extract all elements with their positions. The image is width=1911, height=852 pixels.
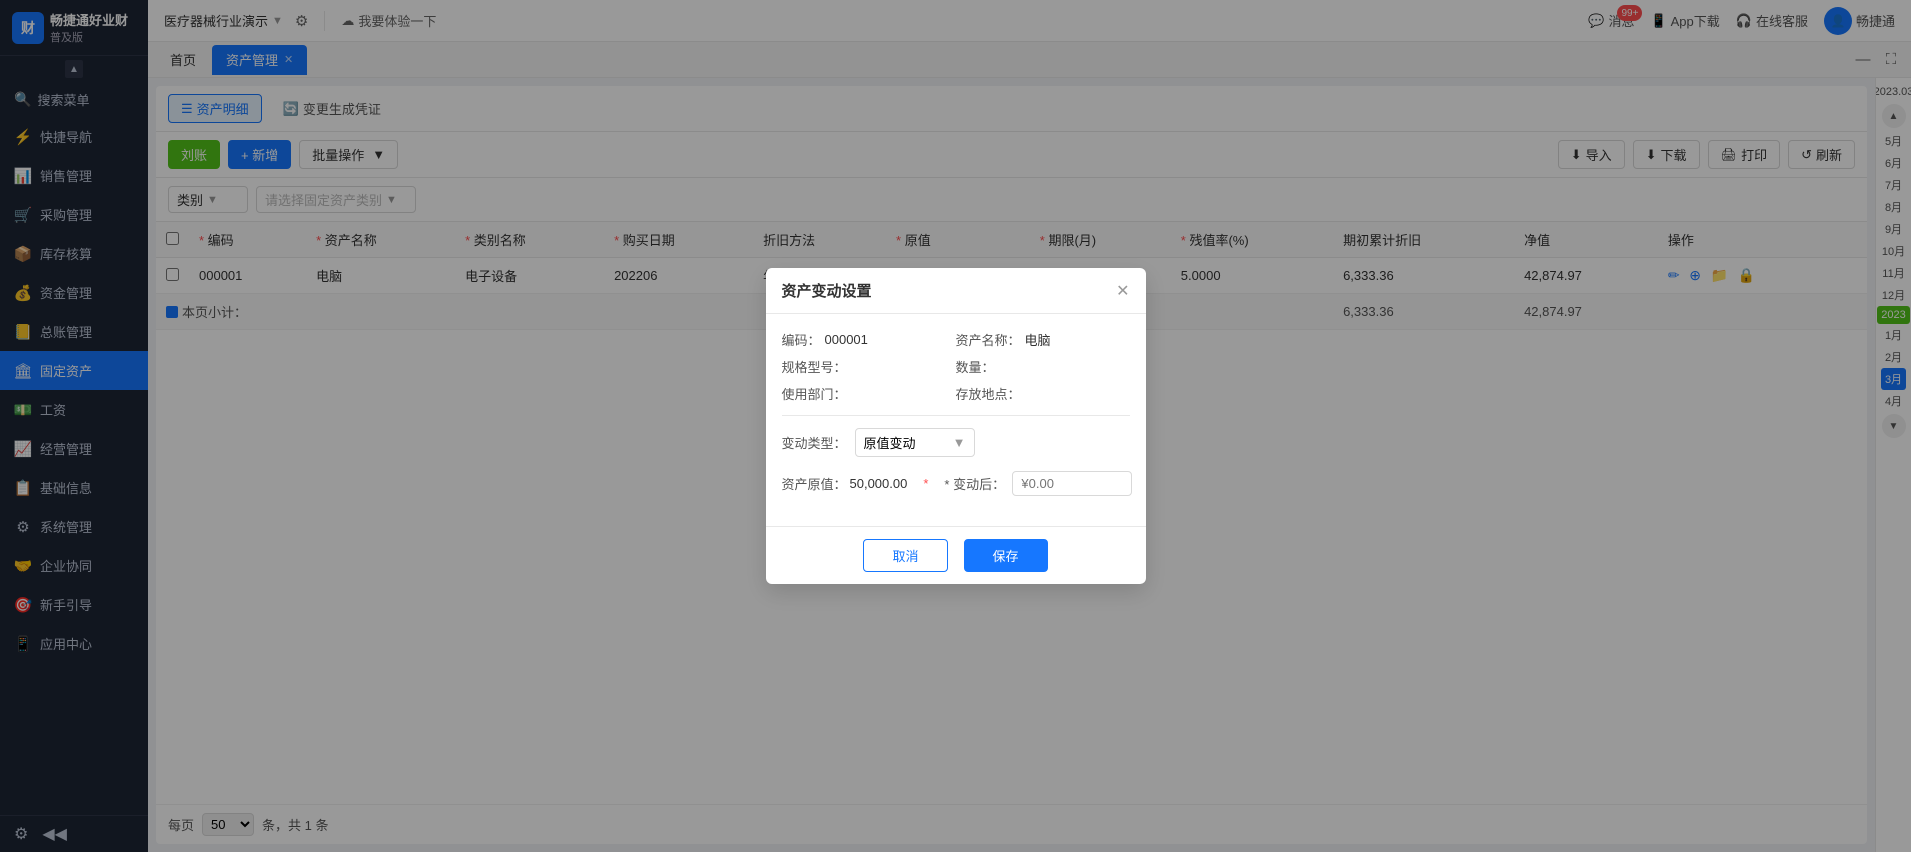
modal-location-label: 存放地点： [956, 384, 1021, 403]
modal-body: 编码： 000001 资产名称： 电脑 规格型号： 数量： 使用部门： [766, 314, 1146, 526]
modal-change-type-value: 原值变动 [864, 433, 916, 452]
change-type-arrow-icon: ▼ [953, 435, 966, 450]
asset-change-modal: 资产变动设置 ✕ 编码： 000001 资产名称： 电脑 规格型号： 数量： [766, 268, 1146, 584]
modal-asset-value-field: 资产原值： 50,000.00 * * 变动后： [782, 471, 1130, 496]
modal-overlay: 资产变动设置 ✕ 编码： 000001 资产名称： 电脑 规格型号： 数量： [0, 0, 1911, 852]
modal-required-star: * [923, 476, 928, 491]
modal-code-value: 000001 [825, 332, 868, 347]
modal-quantity-label: 数量： [956, 357, 995, 376]
modal-asset-value: 50,000.00 [850, 476, 908, 491]
modal-change-type-field: 变动类型： 原值变动 ▼ [782, 428, 1130, 457]
modal-change-type-label: 变动类型： [782, 433, 847, 452]
modal-asset-name-label: 资产名称： [956, 330, 1021, 349]
modal-asset-value-label: 资产原值： [782, 474, 842, 493]
modal-quantity-field: 数量： [956, 357, 1130, 376]
modal-asset-name-value: 电脑 [1025, 330, 1051, 349]
modal-code-label: 编码： [782, 330, 821, 349]
modal-spec-field: 规格型号： [782, 357, 956, 376]
modal-spec-label: 规格型号： [782, 357, 847, 376]
modal-after-change-input[interactable] [1012, 471, 1132, 496]
modal-dept-label: 使用部门： [782, 384, 847, 403]
modal-location-field: 存放地点： [956, 384, 1130, 403]
modal-title: 资产变动设置 [782, 280, 872, 301]
modal-change-type-select[interactable]: 原值变动 ▼ [855, 428, 975, 457]
modal-asset-name-field: 资产名称： 电脑 [956, 330, 1130, 349]
modal-dept-field: 使用部门： [782, 384, 956, 403]
modal-cancel-btn[interactable]: 取消 [863, 539, 947, 572]
modal-divider [782, 415, 1130, 416]
modal-header: 资产变动设置 ✕ [766, 268, 1146, 314]
modal-footer: 取消 保存 [766, 526, 1146, 584]
modal-info-grid: 编码： 000001 资产名称： 电脑 规格型号： 数量： 使用部门： [782, 330, 1130, 403]
modal-code-field: 编码： 000001 [782, 330, 956, 349]
modal-after-change-label: * 变动后： [944, 474, 1004, 493]
modal-close-icon[interactable]: ✕ [1116, 281, 1129, 301]
modal-save-btn[interactable]: 保存 [964, 539, 1048, 572]
